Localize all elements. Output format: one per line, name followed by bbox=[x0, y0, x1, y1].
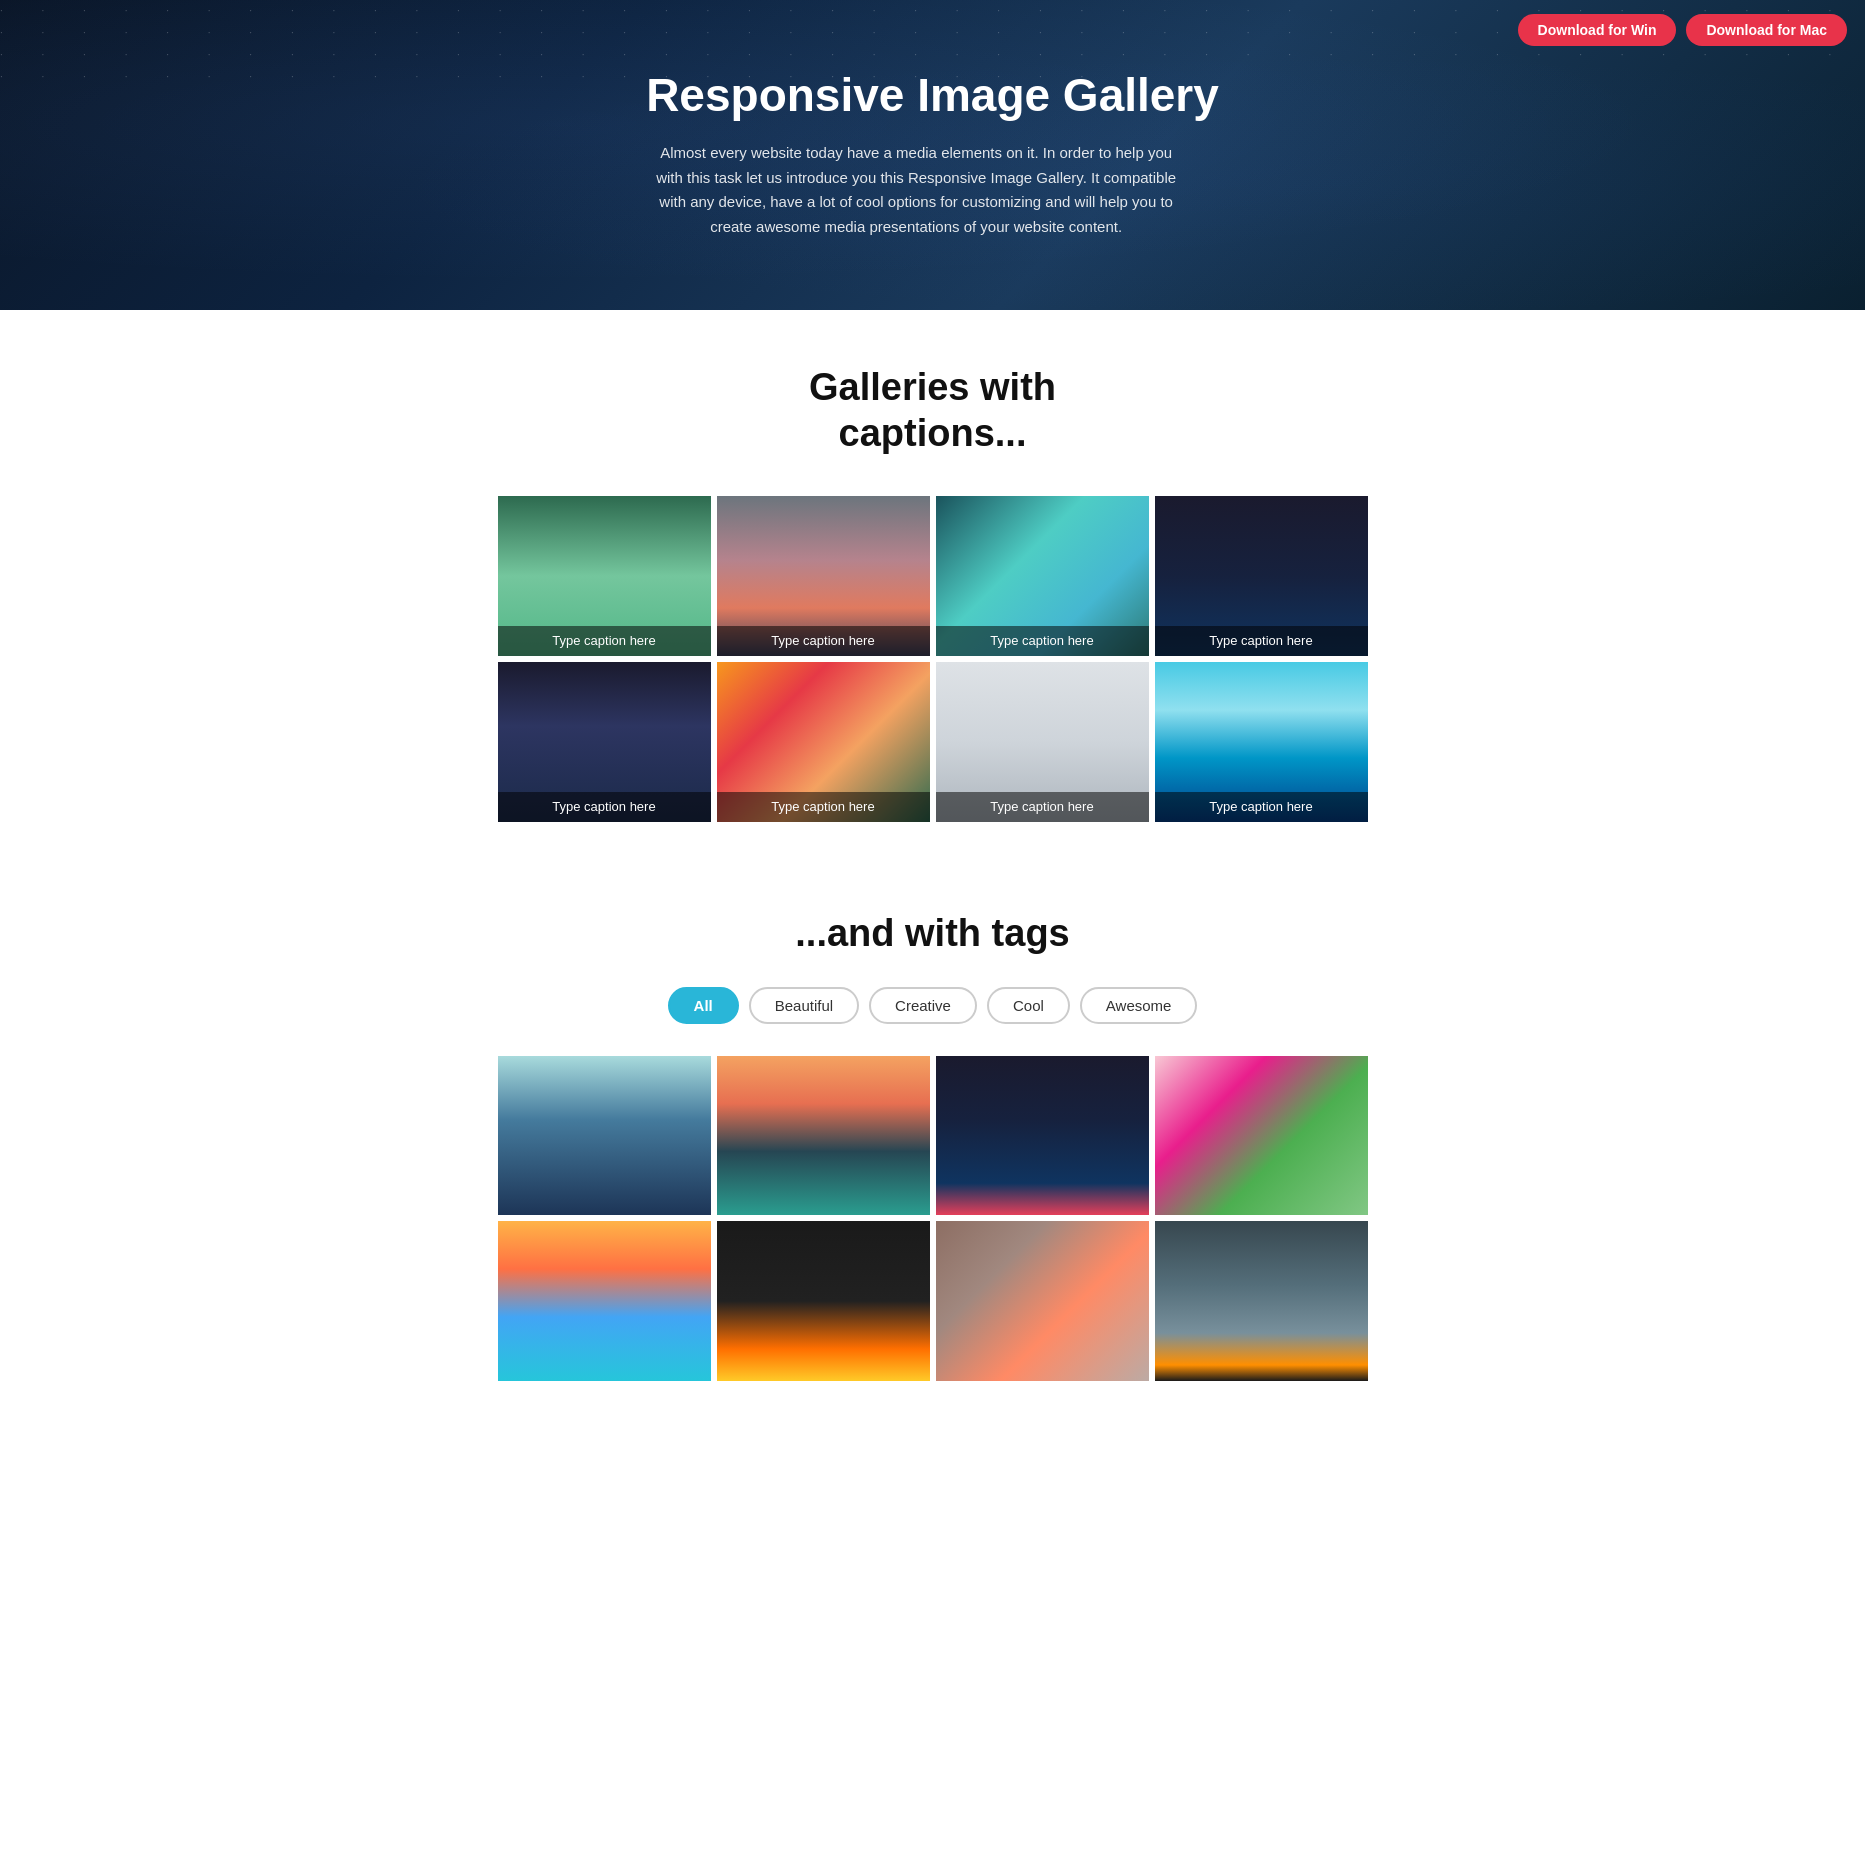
gallery-caption: Type caption here bbox=[498, 792, 711, 822]
gallery-caption: Type caption here bbox=[498, 626, 711, 656]
gallery-tag-item[interactable] bbox=[936, 1056, 1149, 1216]
gallery-tag-image bbox=[1155, 1056, 1368, 1216]
gallery-caption: Type caption here bbox=[717, 792, 930, 822]
gallery-tag-item[interactable] bbox=[936, 1221, 1149, 1381]
gallery-tag-item[interactable] bbox=[717, 1221, 930, 1381]
gallery-tag-image bbox=[717, 1221, 930, 1381]
gallery-tag-image bbox=[936, 1221, 1149, 1381]
tag-awesome-button[interactable]: Awesome bbox=[1080, 987, 1198, 1024]
gallery-caption: Type caption here bbox=[936, 626, 1149, 656]
gallery-item[interactable]: Type caption here bbox=[498, 496, 711, 656]
gallery-tag-image bbox=[1155, 1221, 1368, 1381]
captions-section: Galleries withcaptions... Type caption h… bbox=[0, 310, 1865, 872]
gallery-item[interactable]: Type caption here bbox=[1155, 662, 1368, 822]
captions-section-title: Galleries withcaptions... bbox=[20, 365, 1845, 456]
download-win-button[interactable]: Download for Win bbox=[1518, 14, 1677, 46]
gallery-tag-image bbox=[498, 1221, 711, 1381]
hero-title: Responsive Image Gallery bbox=[646, 70, 1219, 121]
hero-description: Almost every website today have a media … bbox=[646, 141, 1186, 240]
gallery-tag-item[interactable] bbox=[498, 1056, 711, 1216]
gallery-tag-image bbox=[498, 1056, 711, 1216]
download-buttons: Download for Win Download for Mac bbox=[1518, 14, 1847, 46]
gallery-tag-item[interactable] bbox=[1155, 1221, 1368, 1381]
hero-section: Download for Win Download for Mac Respon… bbox=[0, 0, 1865, 310]
gallery-caption: Type caption here bbox=[936, 792, 1149, 822]
gallery-tag-item[interactable] bbox=[717, 1056, 930, 1216]
tags-section: ...and with tags All Beautiful Creative … bbox=[0, 872, 1865, 1412]
gallery-item[interactable]: Type caption here bbox=[498, 662, 711, 822]
gallery-item[interactable]: Type caption here bbox=[717, 496, 930, 656]
gallery-tag-image bbox=[717, 1056, 930, 1216]
tag-creative-button[interactable]: Creative bbox=[869, 987, 977, 1024]
gallery-caption: Type caption here bbox=[717, 626, 930, 656]
tag-filters: All Beautiful Creative Cool Awesome bbox=[20, 987, 1845, 1024]
gallery-caption: Type caption here bbox=[1155, 626, 1368, 656]
gallery-tag-item[interactable] bbox=[498, 1221, 711, 1381]
download-mac-button[interactable]: Download for Mac bbox=[1686, 14, 1847, 46]
gallery-tag-item[interactable] bbox=[1155, 1056, 1368, 1216]
gallery-item[interactable]: Type caption here bbox=[1155, 496, 1368, 656]
gallery-item[interactable]: Type caption here bbox=[936, 496, 1149, 656]
tag-beautiful-button[interactable]: Beautiful bbox=[749, 987, 859, 1024]
captions-gallery-grid: Type caption here Type caption here Type… bbox=[498, 496, 1368, 822]
gallery-item[interactable]: Type caption here bbox=[936, 662, 1149, 822]
tags-section-title: ...and with tags bbox=[20, 912, 1845, 955]
gallery-tag-image bbox=[936, 1056, 1149, 1216]
tags-gallery-grid bbox=[498, 1056, 1368, 1382]
tag-all-button[interactable]: All bbox=[668, 987, 739, 1024]
tag-cool-button[interactable]: Cool bbox=[987, 987, 1070, 1024]
gallery-caption: Type caption here bbox=[1155, 792, 1368, 822]
gallery-item[interactable]: Type caption here bbox=[717, 662, 930, 822]
hero-content: Responsive Image Gallery Almost every we… bbox=[646, 70, 1219, 240]
